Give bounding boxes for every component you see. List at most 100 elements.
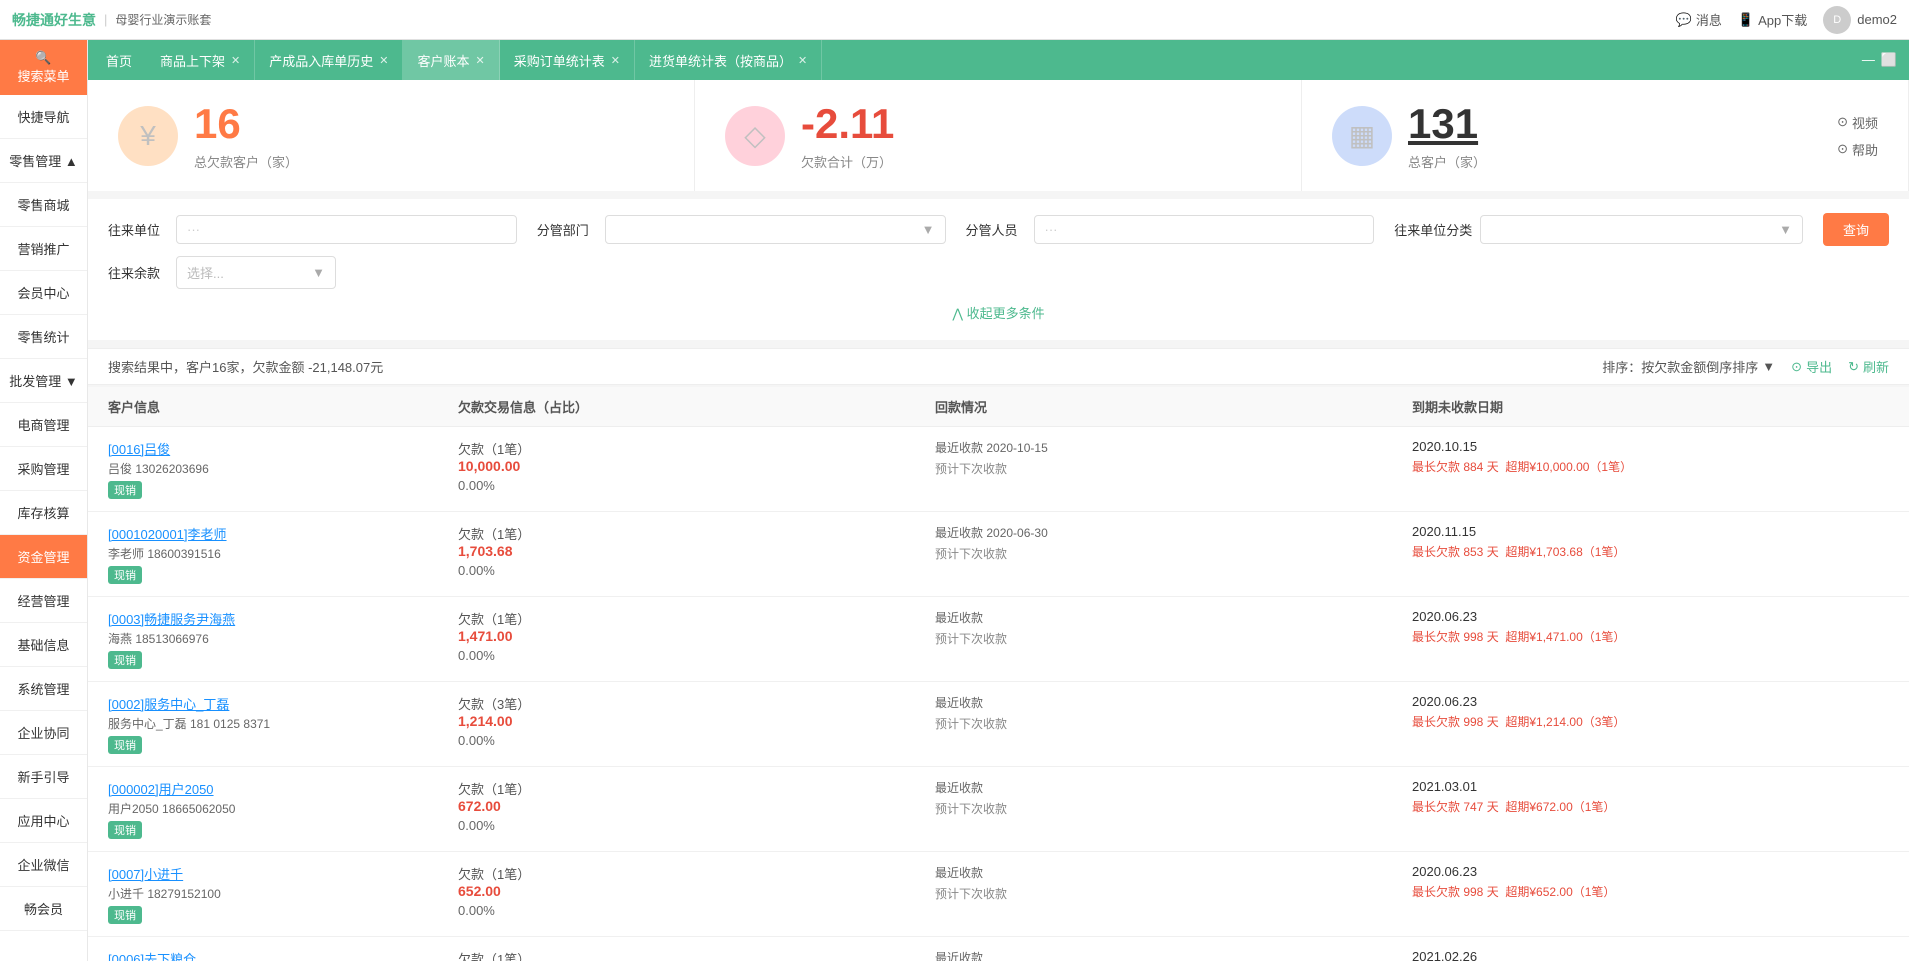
badge-xian-0: 现销	[108, 481, 142, 499]
refresh-button[interactable]: ↻ 刷新	[1848, 357, 1889, 376]
overdue-link-2[interactable]: 超期¥1,471.00（1笔）	[1505, 630, 1625, 644]
app-container: 畅捷通好生意 | 母婴行业演示账套 💬 消息 📱 App下载 D demo2 🔍	[0, 0, 1909, 961]
owe-desc-3: 欠款（3笔）	[458, 694, 935, 713]
return-label-3: 最近收款	[935, 694, 1412, 711]
stat-number-customers: 131	[1408, 100, 1486, 148]
sidebar-item-lingshoutj[interactable]: 零售统计	[0, 315, 87, 359]
sort-select[interactable]: 排序：按欠款金额倒序排序 ▼	[1602, 357, 1775, 376]
filter-select-yukuan[interactable]: 选择... ▼	[176, 256, 336, 289]
return-label-0: 最近收款 2020-10-15	[935, 439, 1412, 456]
customer-name-0[interactable]: [0016]吕俊	[108, 439, 458, 458]
filter-input-wanglai[interactable]	[176, 215, 517, 244]
sidebar-item-jingying[interactable]: 经营管理	[0, 579, 87, 623]
tab-maximize-icon[interactable]: ⬜	[1881, 52, 1897, 68]
sidebar-item-yingxiao[interactable]: 营销推广	[0, 227, 87, 271]
stat-icon-owe: ¥	[118, 106, 178, 166]
sidebar-item-qiye[interactable]: 企业协同	[0, 711, 87, 755]
customer-name-4[interactable]: [000002]用户2050	[108, 779, 458, 798]
sidebar-item-kucun[interactable]: 库存核算	[0, 491, 87, 535]
overdue-link-0[interactable]: 超期¥10,000.00（1笔）	[1505, 460, 1632, 474]
tab-shangpin[interactable]: 商品上下架 ✕	[146, 40, 255, 80]
stat-number-owe: 16	[194, 100, 298, 148]
tab-caigou[interactable]: 采购订单统计表 ✕	[500, 40, 635, 80]
owe-cell-5: 欠款（1笔） 652.00 0.00%	[458, 864, 935, 918]
due-date-6: 2021.02.26	[1412, 949, 1889, 961]
filter-wanglai-yukuan: 往来余款 选择... ▼	[108, 256, 1889, 289]
due-cell-6: 2021.02.26 最长欠款 750 天 超期¥455.90（1笔）	[1412, 949, 1889, 961]
return-next-0: 预计下次收款	[935, 460, 1412, 477]
overdue-link-1[interactable]: 超期¥1,703.68（1笔）	[1505, 545, 1625, 559]
tab-kehu[interactable]: 客户账本 ✕	[403, 40, 499, 80]
sidebar-item-kuaijie[interactable]: 快捷导航	[0, 95, 87, 139]
sidebar-search[interactable]: 🔍 搜索菜单	[0, 40, 87, 95]
app-download-button[interactable]: 📱 App下载	[1738, 10, 1807, 29]
sidebar-item-caigou[interactable]: 采购管理	[0, 447, 87, 491]
customer-phone-1: 李老师 18600391516	[108, 545, 458, 562]
owe-percent-4: 0.00%	[458, 818, 935, 833]
filter-label-bumen: 分管部门	[537, 220, 597, 239]
return-cell-2: 最近收款 预计下次收款	[935, 609, 1412, 647]
message-button[interactable]: 💬 消息	[1676, 10, 1722, 29]
tab-close-caigou[interactable]: ✕	[611, 54, 620, 67]
sidebar-item-huiyuan[interactable]: 会员中心	[0, 271, 87, 315]
export-button[interactable]: ⊙ 导出	[1791, 357, 1832, 376]
query-button[interactable]: 查询	[1823, 213, 1889, 246]
filter-select-fenlei[interactable]: ▼	[1480, 215, 1803, 244]
sidebar-item-xinshou[interactable]: 新手引导	[0, 755, 87, 799]
tab-home[interactable]: 首页	[92, 40, 146, 80]
table-container: 客户信息 欠款交易信息（占比） 回款情况 到期未收款日期 [0016]吕俊 吕俊…	[88, 387, 1909, 961]
sidebar-item-changhui[interactable]: 畅会员	[0, 887, 87, 931]
sidebar: 🔍 搜索菜单 快捷导航 零售管理 ▲ 零售商城 营销推广 会员中心 零售统计 批…	[0, 40, 88, 961]
refresh-icon: ↻	[1848, 359, 1859, 375]
customer-cell-1: [0001020001]李老师 李老师 18600391516 现销	[108, 524, 458, 584]
customer-cell-4: [000002]用户2050 用户2050 18665062050 现销	[108, 779, 458, 839]
table-row: [0006]去下粮仓 陈小希 现销 欠款（1笔） 455.90 0.00% 最近…	[88, 937, 1909, 961]
sidebar-item-dianshang[interactable]: 电商管理	[0, 403, 87, 447]
overdue-link-5[interactable]: 超期¥652.00（1笔）	[1505, 885, 1615, 899]
sidebar-item-jichu[interactable]: 基础信息	[0, 623, 87, 667]
sidebar-item-pifa[interactable]: 批发管理 ▼	[0, 359, 87, 403]
sidebar-item-xitong[interactable]: 系统管理	[0, 667, 87, 711]
return-next-5: 预计下次收款	[935, 885, 1412, 902]
badge-xian-4: 现销	[108, 821, 142, 839]
due-cell-3: 2020.06.23 最长欠款 998 天 超期¥1,214.00（3笔）	[1412, 694, 1889, 730]
collapse-bar[interactable]: ⋀ 收起更多条件	[108, 299, 1889, 326]
due-cell-4: 2021.03.01 最长欠款 747 天 超期¥672.00（1笔）	[1412, 779, 1889, 815]
customer-phone-0: 吕俊 13026203696	[108, 460, 458, 477]
tab-jinhuo[interactable]: 进货单统计表（按商品） ✕	[635, 40, 822, 80]
stat-label-owe: 总欠款客户（家）	[194, 152, 298, 171]
video-button[interactable]: ⊙ 视频	[1837, 113, 1878, 132]
sidebar-item-zijin[interactable]: 资金管理	[0, 535, 87, 579]
table-row: [0002]服务中心_丁磊 服务中心_丁磊 181 0125 8371 现销 欠…	[88, 682, 1909, 767]
help-button[interactable]: ⊙ 帮助	[1837, 140, 1878, 159]
tab-close-shangpin[interactable]: ✕	[231, 54, 240, 67]
customer-name-3[interactable]: [0002]服务中心_丁磊	[108, 694, 458, 713]
sidebar-item-lingshou[interactable]: 零售管理 ▲	[0, 139, 87, 183]
return-cell-5: 最近收款 预计下次收款	[935, 864, 1412, 902]
customer-cell-2: [0003]畅捷服务尹海燕 海燕 18513066976 现销	[108, 609, 458, 669]
customer-name-6[interactable]: [0006]去下粮仓	[108, 949, 458, 961]
customer-name-5[interactable]: [0007]小进千	[108, 864, 458, 883]
logo-sub: 母婴行业演示账套	[115, 11, 211, 28]
tab-close-chanchenpin[interactable]: ✕	[379, 54, 388, 67]
customer-cell-6: [0006]去下粮仓 陈小希 现销	[108, 949, 458, 961]
filter-input-renyuan[interactable]	[1034, 215, 1375, 244]
owe-desc-1: 欠款（1笔）	[458, 524, 935, 543]
top-bar: 畅捷通好生意 | 母婴行业演示账套 💬 消息 📱 App下载 D demo2	[0, 0, 1909, 40]
sidebar-item-yingyong[interactable]: 应用中心	[0, 799, 87, 843]
sidebar-item-shangcheng[interactable]: 零售商城	[0, 183, 87, 227]
sidebar-item-weixin[interactable]: 企业微信	[0, 843, 87, 887]
stat-card-info-total-owe: -2.11 欠款合计（万）	[801, 100, 894, 171]
user-menu-button[interactable]: D demo2	[1823, 6, 1897, 34]
tab-minimize-icon[interactable]: —	[1862, 52, 1875, 68]
stat-card-info-customers: 131 总客户（家）	[1408, 100, 1486, 171]
tab-close-jinhuo[interactable]: ✕	[798, 54, 807, 67]
customer-name-1[interactable]: [0001020001]李老师	[108, 524, 458, 543]
tab-chanchenpin[interactable]: 产成品入库单历史 ✕	[255, 40, 403, 80]
table-row: [0001020001]李老师 李老师 18600391516 现销 欠款（1笔…	[88, 512, 1909, 597]
customer-name-2[interactable]: [0003]畅捷服务尹海燕	[108, 609, 458, 628]
overdue-link-4[interactable]: 超期¥672.00（1笔）	[1505, 800, 1615, 814]
overdue-link-3[interactable]: 超期¥1,214.00（3笔）	[1505, 715, 1625, 729]
filter-select-bumen[interactable]: ▼	[605, 215, 946, 244]
tab-close-kehu[interactable]: ✕	[476, 54, 485, 67]
